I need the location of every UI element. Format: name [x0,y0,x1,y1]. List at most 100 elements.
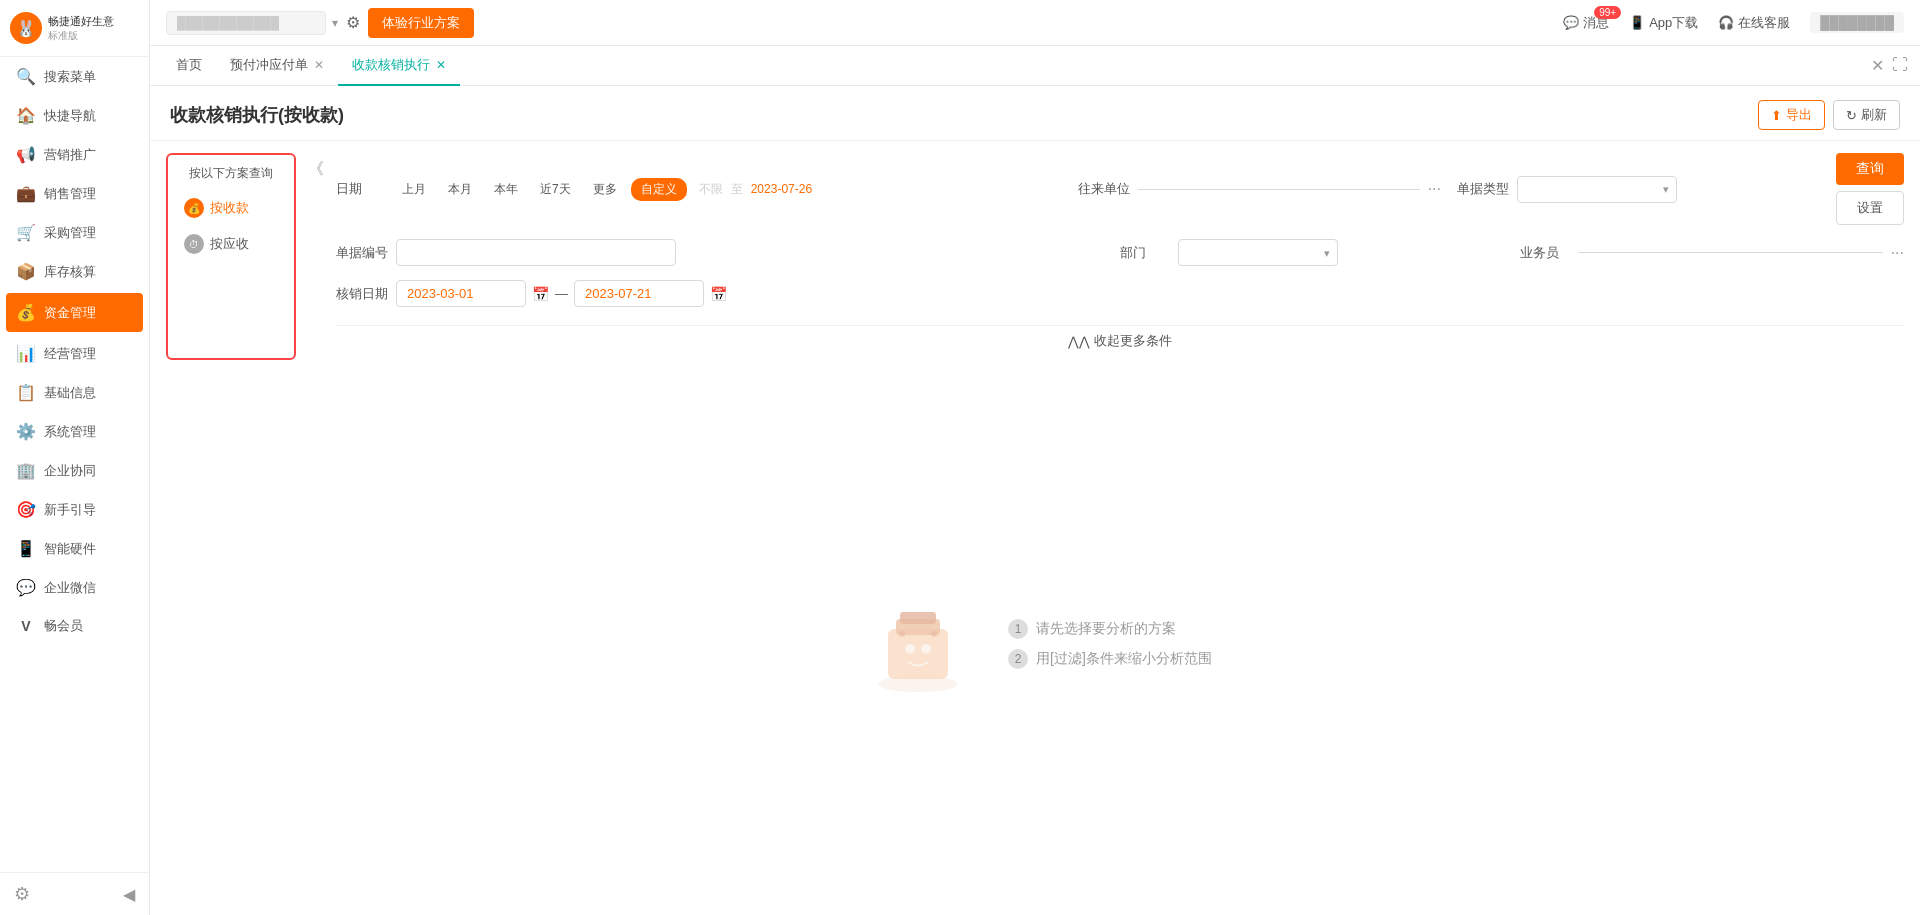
app-version: 标准版 [48,29,114,42]
maximize-window-icon[interactable]: ⛶ [1892,56,1908,75]
dept-label: 部门 [1120,244,1170,262]
doctype-select[interactable] [1517,176,1677,203]
date-this-month-btn[interactable]: 本月 [440,178,480,201]
sidebar-item-hardware[interactable]: 📱 智能硬件 [0,529,149,568]
doctype-select-wrap [1517,176,1677,203]
hardware-icon: 📱 [16,539,36,558]
collapse-more-btn[interactable]: ⋀⋀ 收起更多条件 [336,325,1904,356]
empty-state: 1 请先选择要分析的方案 2 用[过滤]条件来缩小分析范围 [150,372,1920,915]
settings-button[interactable]: 设置 [1836,191,1904,225]
search-menu-icon: 🔍 [16,67,36,86]
sidebar-item-enterprise[interactable]: 🏢 企业协同 [0,451,149,490]
verify-date-from-calendar-icon[interactable]: 📅 [532,286,549,302]
verify-date-input-group: 📅 — 📅 [396,280,727,307]
inventory-icon: 📦 [16,262,36,281]
counterparty-filter-group: 往来单位 ··· [1078,180,1441,198]
docno-label: 单据编号 [336,244,388,262]
sidebar-item-basic-info[interactable]: 📋 基础信息 [0,373,149,412]
filter-collapse-btn[interactable]: 《 [308,159,324,180]
app-icon: 📱 [1629,15,1645,30]
sidebar-item-newbie[interactable]: 🎯 新手引导 [0,490,149,529]
verify-date-label: 核销日期 [336,285,388,303]
date-7days-btn[interactable]: 近7天 [532,178,579,201]
tab-bar: 首页 预付冲应付单 ✕ 收款核销执行 ✕ ✕ ⛶ [150,46,1920,86]
tab-collection-label: 收款核销执行 [352,56,430,74]
svg-point-7 [931,631,937,637]
service-icon: 🎧 [1718,15,1734,30]
docno-input[interactable] [396,239,676,266]
sidebar-item-search-menu[interactable]: 🔍 搜索菜单 [0,57,149,96]
sidebar-item-purchase[interactable]: 🛒 采购管理 [0,213,149,252]
salesperson-more-icon[interactable]: ··· [1891,244,1904,262]
filter-sidebar-title: 按以下方案查询 [176,165,286,182]
date-last-month-btn[interactable]: 上月 [394,178,434,201]
date-custom-btn[interactable]: 自定义 [631,178,687,201]
verify-date-dash: — [555,286,568,301]
sidebar-item-operations[interactable]: 📊 经营管理 [0,334,149,373]
sidebar-nav: 🔍 搜索菜单 🏠 快捷导航 📢 营销推广 💼 销售管理 🛒 采购管理 📦 库存核… [0,57,149,872]
close-window-icon[interactable]: ✕ [1871,56,1884,75]
refresh-button[interactable]: ↻ 刷新 [1833,100,1900,130]
verify-date-filter-group: 核销日期 📅 — 📅 [336,280,1904,307]
settings-icon[interactable]: ⚙ [346,13,360,32]
empty-tip-1: 1 请先选择要分析的方案 [1008,619,1212,639]
sidebar-settings-icon[interactable]: ⚙ [14,883,30,905]
tab-prepay-label: 预付冲应付单 [230,56,308,74]
tab-prepay[interactable]: 预付冲应付单 ✕ [216,46,338,86]
user-info[interactable]: ████████ [1810,12,1904,33]
doctype-label: 单据类型 [1457,180,1509,198]
sidebar-item-vip[interactable]: V 畅会员 [0,607,149,645]
empty-tip-1-text: 请先选择要分析的方案 [1036,620,1176,638]
online-service-btn[interactable]: 🎧 在线客服 [1718,14,1790,32]
query-button[interactable]: 查询 [1836,153,1904,185]
filter-option-label: 按收款 [210,199,249,217]
date-this-year-btn[interactable]: 本年 [486,178,526,201]
tab-home[interactable]: 首页 [162,46,216,86]
sidebar-item-sales[interactable]: 💼 销售管理 [0,174,149,213]
sidebar-item-label: 畅会员 [44,617,83,635]
sidebar-item-system[interactable]: ⚙️ 系统管理 [0,412,149,451]
sidebar-item-label: 采购管理 [44,224,96,242]
sidebar-item-label: 基础信息 [44,384,96,402]
tab-collection-close-icon[interactable]: ✕ [436,58,446,72]
sidebar-item-label: 资金管理 [44,304,96,322]
sidebar-item-wechat[interactable]: 💬 企业微信 [0,568,149,607]
app-download-btn[interactable]: 📱 App下载 [1629,14,1698,32]
vip-icon: V [16,618,36,634]
export-button[interactable]: ⬆ 导出 [1758,100,1825,130]
refresh-icon: ↻ [1846,108,1857,123]
verify-date-to-input[interactable] [574,280,704,307]
app-label: App下载 [1649,14,1698,32]
counterparty-more-icon[interactable]: ··· [1428,180,1441,198]
empty-illustration [858,584,978,704]
collapse-up-icon: ⋀⋀ [1068,334,1090,349]
doctype-filter-group: 单据类型 [1457,176,1820,203]
filter-option-by-receivable[interactable]: ⏱ 按应收 [176,228,286,260]
tab-prepay-close-icon[interactable]: ✕ [314,58,324,72]
sidebar-item-marketing[interactable]: 📢 营销推广 [0,135,149,174]
filter-option-by-receipt[interactable]: 💰 按收款 [176,192,286,224]
verify-date-from-input[interactable] [396,280,526,307]
page-header: 收款核销执行(按收款) ⬆ 导出 ↻ 刷新 [150,86,1920,141]
purchase-icon: 🛒 [16,223,36,242]
svg-rect-3 [900,612,936,624]
dept-select[interactable] [1178,239,1338,266]
logo-icon: 🐰 [10,12,42,44]
receivable-icon: ⏱ [184,234,204,254]
message-btn[interactable]: 💬 消息 99+ [1563,14,1609,32]
sidebar-item-label: 智能硬件 [44,540,96,558]
page-content: 收款核销执行(按收款) ⬆ 导出 ↻ 刷新 按以下方案查询 💰 按收款 [150,86,1920,915]
sidebar-collapse-icon[interactable]: ◀ [123,885,135,904]
sidebar-item-inventory[interactable]: 📦 库存核算 [0,252,149,291]
verify-date-to-calendar-icon[interactable]: 📅 [710,286,727,302]
industry-btn[interactable]: 体验行业方案 [368,8,474,38]
sidebar-item-quick-nav[interactable]: 🏠 快捷导航 [0,96,149,135]
refresh-label: 刷新 [1861,106,1887,124]
finance-icon: 💰 [16,303,36,322]
chevron-down-icon[interactable]: ▾ [332,16,338,30]
sales-icon: 💼 [16,184,36,203]
sidebar-item-finance[interactable]: 💰 资金管理 [6,293,143,332]
date-more-btn[interactable]: 更多 [585,178,625,201]
sidebar-item-label: 库存核算 [44,263,96,281]
tab-collection[interactable]: 收款核销执行 ✕ [338,46,460,86]
